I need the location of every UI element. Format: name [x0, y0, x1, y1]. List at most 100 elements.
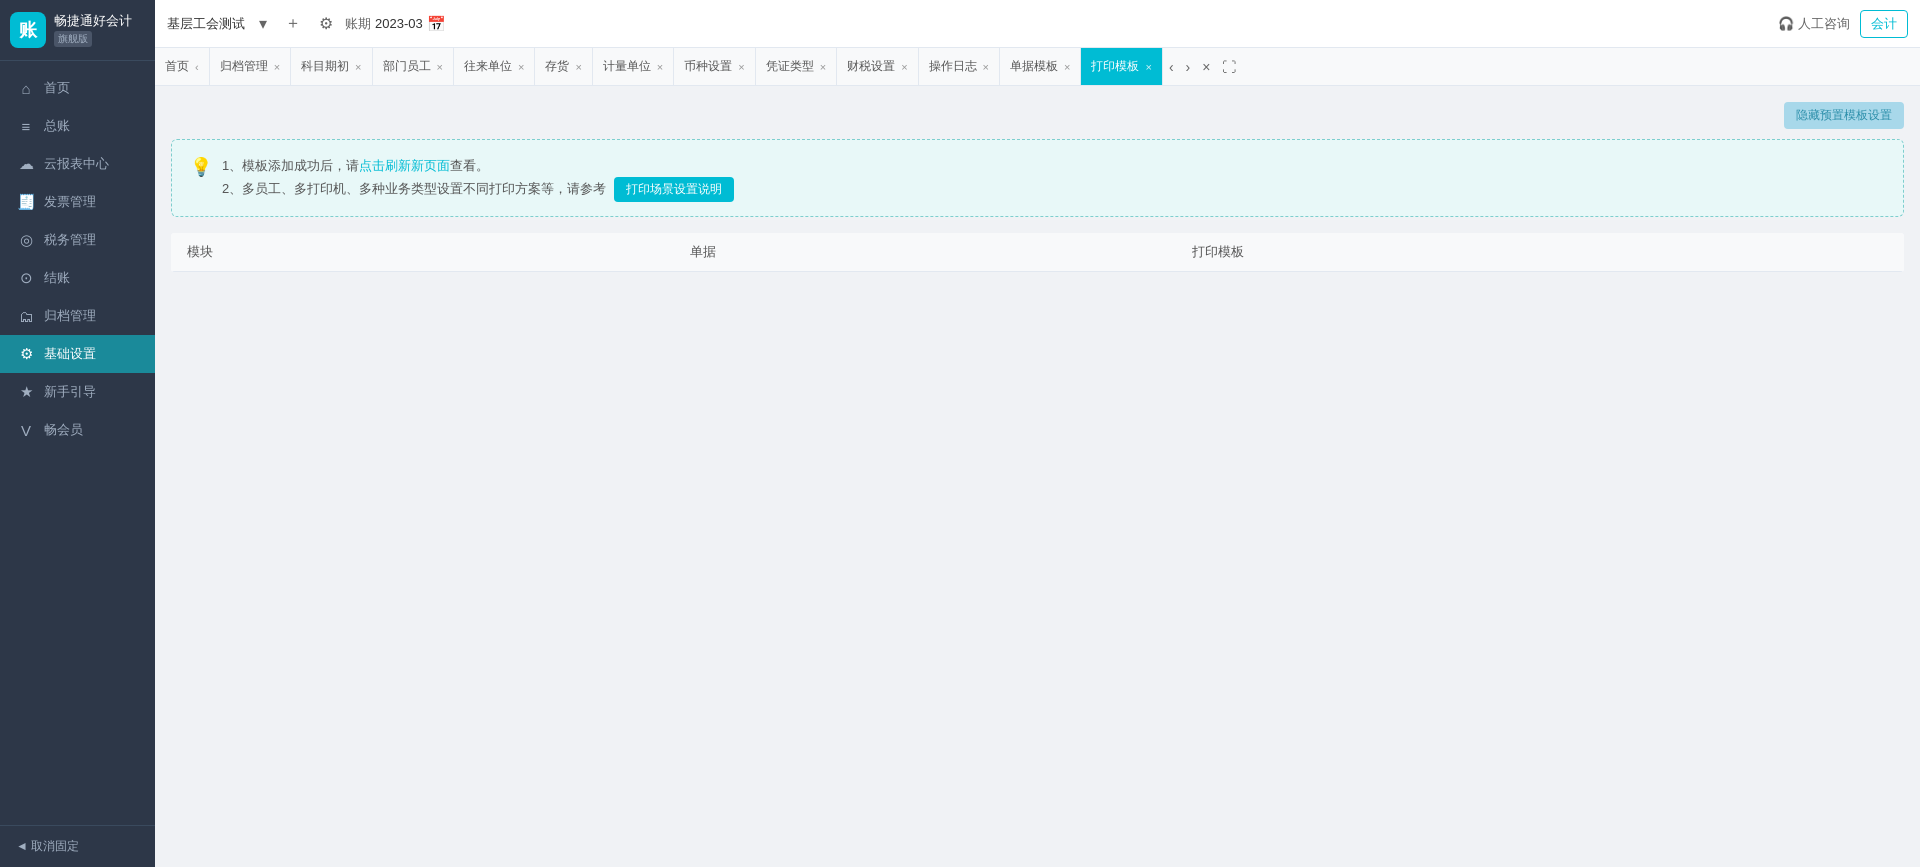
settings-gear-btn[interactable]: ⚙	[315, 10, 337, 37]
sidebar-item-ledger-label: 总账	[44, 117, 70, 135]
tab-archive[interactable]: 归档管理 ×	[210, 48, 291, 86]
tab-print[interactable]: 打印模板 ×	[1081, 48, 1162, 86]
explain-btn[interactable]: 打印场景设置说明	[614, 177, 734, 202]
topbar-right: 🎧 人工咨询 会计	[1778, 10, 1908, 38]
sidebar-item-member[interactable]: V 畅会员	[0, 411, 155, 449]
tab-receipt[interactable]: 单据模板 ×	[1000, 48, 1081, 86]
tab-oplog-close[interactable]: ×	[983, 61, 989, 73]
tab-print-label: 打印模板	[1091, 58, 1139, 75]
info-line1-post: 查看。	[450, 158, 489, 173]
tab-expand-btn[interactable]: ⛶	[1216, 48, 1242, 86]
sidebar-nav: ⌂ 首页 ≡ 总账 ☁ 云报表中心 🧾 发票管理 ◎ 税务管理 ⊙ 结账 🗂 归…	[0, 61, 155, 825]
tab-subject-close[interactable]: ×	[355, 61, 361, 73]
tab-oplog-label: 操作日志	[929, 58, 977, 75]
calendar-icon[interactable]: 📅	[427, 15, 446, 33]
sidebar-item-reports[interactable]: ☁ 云报表中心	[0, 145, 155, 183]
info-content: 1、模板添加成功后，请点击刷新新页面查看。 2、多员工、多打印机、多种业务类型设…	[222, 154, 734, 202]
sidebar-item-archive[interactable]: 🗂 归档管理	[0, 297, 155, 335]
sidebar: 账 畅捷通好会计 旗舰版 ⌂ 首页 ≡ 总账 ☁ 云报表中心 🧾 发票管理 ◎ …	[0, 0, 155, 867]
company-name-text: 基层工会测试	[167, 15, 245, 33]
sidebar-item-home-label: 首页	[44, 79, 70, 97]
sidebar-unpin-btn[interactable]: ◄ 取消固定	[0, 825, 155, 867]
tab-next-btn[interactable]: ›	[1180, 48, 1197, 86]
tab-prev-btn[interactable]: ‹	[1163, 48, 1180, 86]
headset-icon: 🎧	[1778, 16, 1794, 31]
sidebar-logo: 账 畅捷通好会计 旗舰版	[0, 0, 155, 61]
tab-dept[interactable]: 部门员工 ×	[373, 48, 454, 86]
settings-icon: ⚙	[16, 345, 36, 363]
logo-title: 畅捷通好会计	[54, 13, 132, 30]
tab-partner[interactable]: 往来单位 ×	[454, 48, 535, 86]
sidebar-item-closing[interactable]: ⊙ 结账	[0, 259, 155, 297]
sidebar-item-home[interactable]: ⌂ 首页	[0, 69, 155, 107]
sidebar-item-ledger[interactable]: ≡ 总账	[0, 107, 155, 145]
info-line2-pre: 2、多员工、多打印机、多种业务类型设置不同打印方案等，请参考	[222, 181, 606, 196]
tab-home-label: 首页	[165, 58, 189, 75]
bulb-icon: 💡	[190, 156, 212, 178]
sidebar-item-tax-label: 税务管理	[44, 231, 96, 249]
tab-inventory[interactable]: 存货 ×	[535, 48, 592, 86]
sidebar-item-member-label: 畅会员	[44, 421, 83, 439]
tab-measure-label: 计量单位	[603, 58, 651, 75]
tab-dept-close[interactable]: ×	[437, 61, 443, 73]
tab-currency[interactable]: 币种设置 ×	[674, 48, 755, 86]
tab-taxsetting[interactable]: 财税设置 ×	[837, 48, 918, 86]
tab-measure[interactable]: 计量单位 ×	[593, 48, 674, 86]
archive-icon: 🗂	[16, 308, 36, 325]
table-header-module: 模块	[171, 233, 674, 272]
dropdown-btn[interactable]: ▾	[255, 10, 271, 37]
kuaiji-btn[interactable]: 会计	[1860, 10, 1908, 38]
invoice-icon: 🧾	[16, 193, 36, 211]
support-btn[interactable]: 🎧 人工咨询	[1778, 15, 1850, 33]
tab-voucher-label: 凭证类型	[766, 58, 814, 75]
tab-archive-label: 归档管理	[220, 58, 268, 75]
sidebar-item-settings-label: 基础设置	[44, 345, 96, 363]
info-line1-pre: 1、模板添加成功后，请	[222, 158, 359, 173]
tab-inventory-label: 存货	[545, 58, 569, 75]
topbar: 基层工会测试 ▾ ＋ ⚙ 账期 2023-03 📅 🎧 人工咨询 会计	[155, 0, 1920, 48]
logo-badge: 旗舰版	[54, 31, 92, 47]
member-icon: V	[16, 422, 36, 439]
company-name: 基层工会测试	[167, 15, 245, 33]
print-template-table: 模块 单据 打印模板	[171, 233, 1904, 272]
info-line2: 2、多员工、多打印机、多种业务类型设置不同打印方案等，请参考 打印场景设置说明	[222, 177, 734, 202]
tab-currency-close[interactable]: ×	[738, 61, 744, 73]
tab-archive-close[interactable]: ×	[274, 61, 280, 73]
tab-home[interactable]: 首页 ‹	[155, 48, 210, 86]
closing-icon: ⊙	[16, 269, 36, 287]
sidebar-item-invoice[interactable]: 🧾 发票管理	[0, 183, 155, 221]
sidebar-item-invoice-label: 发票管理	[44, 193, 96, 211]
tab-currency-label: 币种设置	[684, 58, 732, 75]
tab-taxsetting-label: 财税设置	[847, 58, 895, 75]
guide-icon: ★	[16, 383, 36, 401]
sidebar-item-guide[interactable]: ★ 新手引导	[0, 373, 155, 411]
main-area: 基层工会测试 ▾ ＋ ⚙ 账期 2023-03 📅 🎧 人工咨询 会计 首页 ‹…	[155, 0, 1920, 867]
tab-close-all-btn[interactable]: ×	[1196, 48, 1216, 86]
ledger-icon: ≡	[16, 118, 36, 135]
tab-subject[interactable]: 科目期初 ×	[291, 48, 372, 86]
tab-voucher-close[interactable]: ×	[820, 61, 826, 73]
tab-print-close[interactable]: ×	[1145, 61, 1151, 73]
tab-dept-label: 部门员工	[383, 58, 431, 75]
hide-preview-btn[interactable]: 隐藏预置模板设置	[1784, 102, 1904, 129]
content-area: 隐藏预置模板设置 💡 1、模板添加成功后，请点击刷新新页面查看。 2、多员工、多…	[155, 86, 1920, 867]
sidebar-item-settings[interactable]: ⚙ 基础设置	[0, 335, 155, 373]
tab-measure-close[interactable]: ×	[657, 61, 663, 73]
add-company-btn[interactable]: ＋	[281, 9, 305, 38]
tab-home-nav: ‹	[195, 61, 199, 73]
tab-inventory-close[interactable]: ×	[575, 61, 581, 73]
tab-oplog[interactable]: 操作日志 ×	[919, 48, 1000, 86]
sidebar-item-tax[interactable]: ◎ 税务管理	[0, 221, 155, 259]
refresh-link[interactable]: 点击刷新新页面	[359, 158, 450, 173]
tab-partner-label: 往来单位	[464, 58, 512, 75]
tab-taxsetting-close[interactable]: ×	[901, 61, 907, 73]
tab-receipt-label: 单据模板	[1010, 58, 1058, 75]
reports-icon: ☁	[16, 155, 36, 173]
topbar-actions: ▾ ＋ ⚙	[255, 9, 337, 38]
tab-receipt-close[interactable]: ×	[1064, 61, 1070, 73]
home-icon: ⌂	[16, 80, 36, 97]
info-line1: 1、模板添加成功后，请点击刷新新页面查看。	[222, 154, 734, 177]
tab-voucher[interactable]: 凭证类型 ×	[756, 48, 837, 86]
sidebar-item-guide-label: 新手引导	[44, 383, 96, 401]
tab-partner-close[interactable]: ×	[518, 61, 524, 73]
